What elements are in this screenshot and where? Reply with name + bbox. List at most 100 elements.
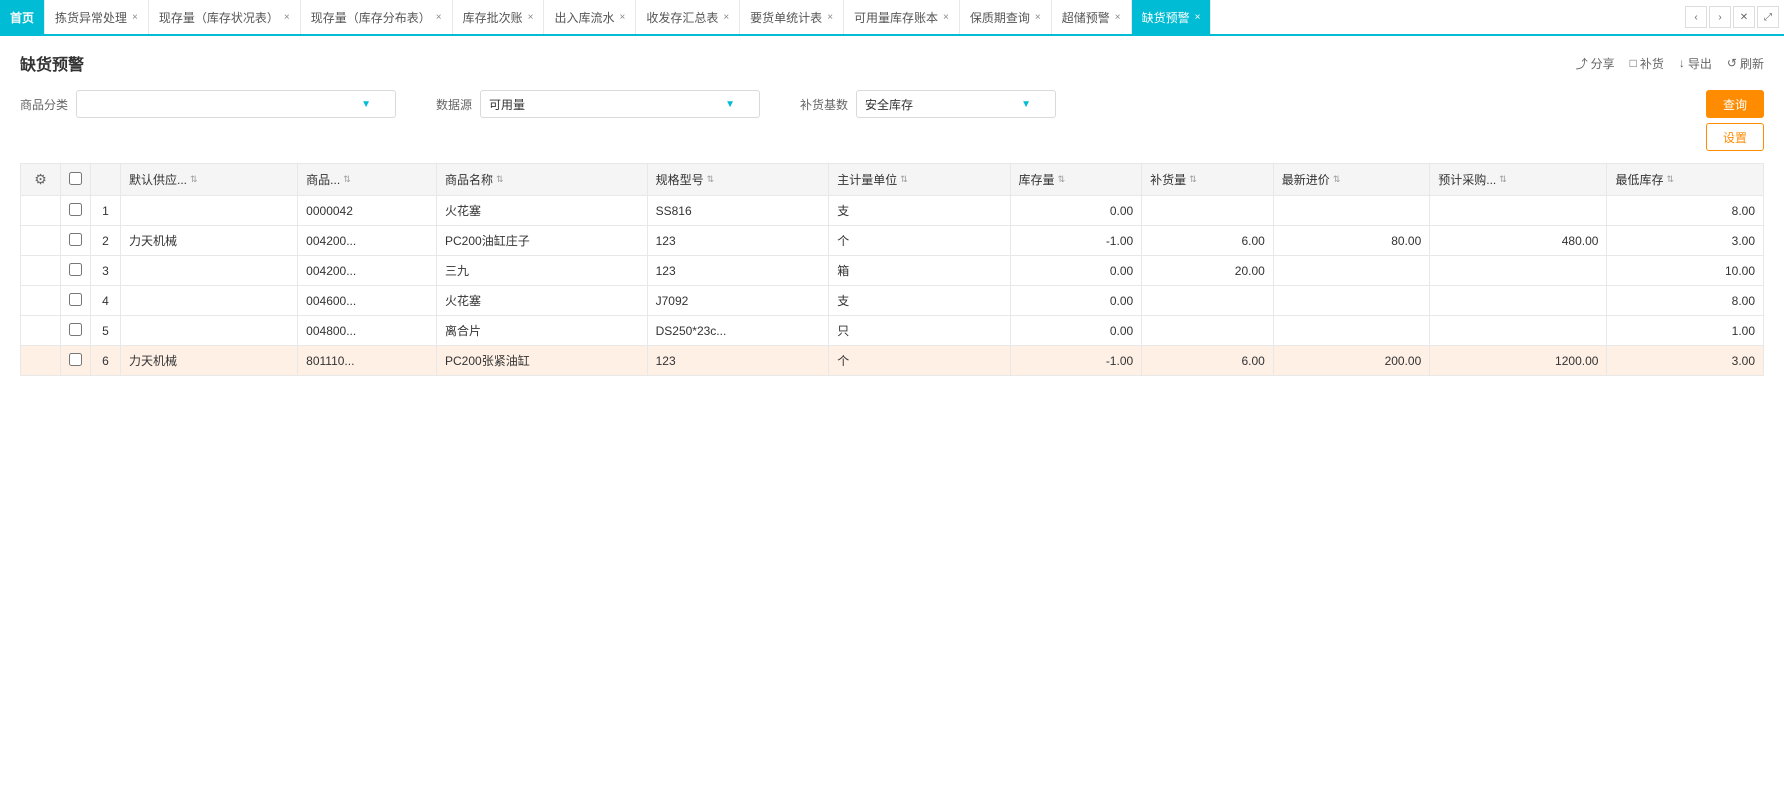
settings-button[interactable]: 设置 bbox=[1706, 123, 1764, 151]
row-replenish-qty-cell: 6.00 bbox=[1142, 346, 1274, 376]
row-min-inventory-cell: 10.00 bbox=[1607, 256, 1764, 286]
close-icon[interactable]: × bbox=[436, 12, 442, 23]
close-icon[interactable]: × bbox=[1035, 12, 1041, 23]
row-product-name-cell: PC200张紧油缸 bbox=[437, 346, 648, 376]
replenish-base-filter-group: 补货基数 安全库存 ▼ bbox=[800, 90, 1056, 118]
row-est-purchase-cell bbox=[1430, 286, 1607, 316]
row-spec-cell: DS250*23c... bbox=[647, 316, 829, 346]
row-latest-price-cell: 200.00 bbox=[1273, 346, 1429, 376]
row-checkbox[interactable] bbox=[69, 323, 82, 336]
nav-close-button[interactable]: ✕ bbox=[1733, 6, 1755, 28]
export-button[interactable]: ↓ 导出 bbox=[1679, 55, 1712, 72]
nav-tab-overstock-warning[interactable]: 超储预警 × bbox=[1052, 0, 1132, 35]
nav-tab-label: 库存批次账 bbox=[463, 9, 523, 26]
row-est-purchase-cell: 1200.00 bbox=[1430, 346, 1607, 376]
row-product-name-cell: 离合片 bbox=[437, 316, 648, 346]
nav-tab-batch-account[interactable]: 库存批次账 × bbox=[453, 0, 545, 35]
refresh-label: 刷新 bbox=[1740, 55, 1764, 72]
nav-tab-receipt-summary[interactable]: 收发存汇总表 × bbox=[636, 0, 740, 35]
table-header-row: ⚙ 默认供应... ⇅ 商品... ⇅ bbox=[21, 164, 1764, 196]
refresh-button[interactable]: ↺ 刷新 bbox=[1727, 55, 1764, 72]
nav-expand-button[interactable]: ⤢ bbox=[1757, 6, 1779, 28]
row-replenish-qty-cell bbox=[1142, 316, 1274, 346]
nav-tab-label: 出入库流水 bbox=[554, 9, 614, 26]
replenish-base-select[interactable]: 安全库存 ▼ bbox=[856, 90, 1056, 118]
sort-icon: ⇅ bbox=[190, 174, 198, 185]
row-replenish-qty-cell bbox=[1142, 286, 1274, 316]
nav-tab-home[interactable]: 首页 bbox=[0, 0, 45, 35]
row-unit-cell: 个 bbox=[829, 226, 1010, 256]
row-est-purchase-cell bbox=[1430, 316, 1607, 346]
replenish-button[interactable]: □ 补货 bbox=[1630, 55, 1664, 72]
row-inventory-cell: 0.00 bbox=[1010, 256, 1142, 286]
row-checkbox[interactable] bbox=[69, 263, 82, 276]
nav-tab-in-out-flow[interactable]: 出入库流水 × bbox=[544, 0, 636, 35]
th-product-code: 商品... ⇅ bbox=[298, 164, 437, 196]
row-spec-cell: 123 bbox=[647, 256, 829, 286]
nav-tab-inventory-status[interactable]: 现存量（库存状况表） × bbox=[149, 0, 301, 35]
close-icon[interactable]: × bbox=[132, 12, 138, 23]
row-check-cell bbox=[61, 226, 91, 256]
query-button[interactable]: 查询 bbox=[1706, 90, 1764, 118]
close-icon[interactable]: × bbox=[943, 12, 949, 23]
row-min-inventory-cell: 3.00 bbox=[1607, 226, 1764, 256]
settings-gear-icon[interactable]: ⚙ bbox=[34, 171, 47, 188]
row-min-inventory-cell: 1.00 bbox=[1607, 316, 1764, 346]
nav-tab-label: 现存量（库存状况表） bbox=[159, 9, 279, 26]
sort-icon: ⇅ bbox=[1666, 174, 1674, 185]
share-icon: ⤴ bbox=[1576, 55, 1588, 72]
export-label: 导出 bbox=[1688, 55, 1712, 72]
close-icon[interactable]: × bbox=[284, 12, 290, 23]
th-default-supplier: 默认供应... ⇅ bbox=[121, 164, 298, 196]
row-checkbox[interactable] bbox=[69, 353, 82, 366]
row-unit-cell: 个 bbox=[829, 346, 1010, 376]
nav-tab-shortage-warning[interactable]: 缺货预警 × bbox=[1132, 0, 1212, 35]
datasource-select[interactable]: 可用量 ▼ bbox=[480, 90, 760, 118]
close-icon[interactable]: × bbox=[723, 12, 729, 23]
sort-icon: ⇅ bbox=[1189, 174, 1197, 185]
row-replenish-qty-cell: 6.00 bbox=[1142, 226, 1274, 256]
sort-icon: ⇅ bbox=[1499, 174, 1507, 185]
close-icon[interactable]: × bbox=[619, 12, 625, 23]
th-est-purchase: 预计采购... ⇅ bbox=[1430, 164, 1607, 196]
nav-next-button[interactable]: › bbox=[1709, 6, 1731, 28]
chevron-down-icon: ▼ bbox=[361, 99, 371, 110]
close-icon[interactable]: × bbox=[827, 12, 833, 23]
th-num bbox=[91, 164, 121, 196]
nav-tab-expiry-query[interactable]: 保质期查询 × bbox=[960, 0, 1052, 35]
share-label: 分享 bbox=[1591, 55, 1615, 72]
nav-tab-inventory-dist[interactable]: 现存量（库存分布表） × bbox=[301, 0, 453, 35]
select-all-checkbox[interactable] bbox=[69, 172, 82, 185]
close-icon[interactable]: × bbox=[1115, 12, 1121, 23]
share-button[interactable]: ⤴ 分享 bbox=[1576, 55, 1615, 72]
close-icon[interactable]: × bbox=[1195, 12, 1201, 23]
nav-tab-label: 缺货预警 bbox=[1142, 9, 1190, 26]
nav-tab-available-ledger[interactable]: 可用量库存账本 × bbox=[844, 0, 960, 35]
close-icon[interactable]: × bbox=[528, 12, 534, 23]
refresh-icon: ↺ bbox=[1727, 56, 1737, 70]
row-gear-cell bbox=[21, 346, 61, 376]
row-checkbox[interactable] bbox=[69, 293, 82, 306]
th-spec: 规格型号 ⇅ bbox=[647, 164, 829, 196]
category-label: 商品分类 bbox=[20, 96, 68, 113]
row-checkbox[interactable] bbox=[69, 203, 82, 216]
nav-tab-order-stats[interactable]: 要货单统计表 × bbox=[740, 0, 844, 35]
replenish-base-label: 补货基数 bbox=[800, 96, 848, 113]
row-checkbox[interactable] bbox=[69, 233, 82, 246]
row-inventory-cell: 0.00 bbox=[1010, 316, 1142, 346]
row-est-purchase-cell bbox=[1430, 196, 1607, 226]
nav-tab-label: 拣货异常处理 bbox=[55, 9, 127, 26]
main-content: 缺货预警 ⤴ 分享 □ 补货 ↓ 导出 ↺ 刷新 商品分类 bbox=[0, 36, 1784, 796]
row-num-cell: 3 bbox=[91, 256, 121, 286]
row-latest-price-cell bbox=[1273, 196, 1429, 226]
category-select[interactable]: ▼ bbox=[76, 90, 396, 118]
th-inventory: 库存量 ⇅ bbox=[1010, 164, 1142, 196]
row-check-cell bbox=[61, 196, 91, 226]
row-gear-cell bbox=[21, 256, 61, 286]
row-latest-price-cell bbox=[1273, 316, 1429, 346]
th-replenish-qty: 补货量 ⇅ bbox=[1142, 164, 1274, 196]
row-num-cell: 1 bbox=[91, 196, 121, 226]
page-header: 缺货预警 ⤴ 分享 □ 补货 ↓ 导出 ↺ 刷新 bbox=[20, 51, 1764, 75]
nav-tab-defect-process[interactable]: 拣货异常处理 × bbox=[45, 0, 149, 35]
nav-prev-button[interactable]: ‹ bbox=[1685, 6, 1707, 28]
